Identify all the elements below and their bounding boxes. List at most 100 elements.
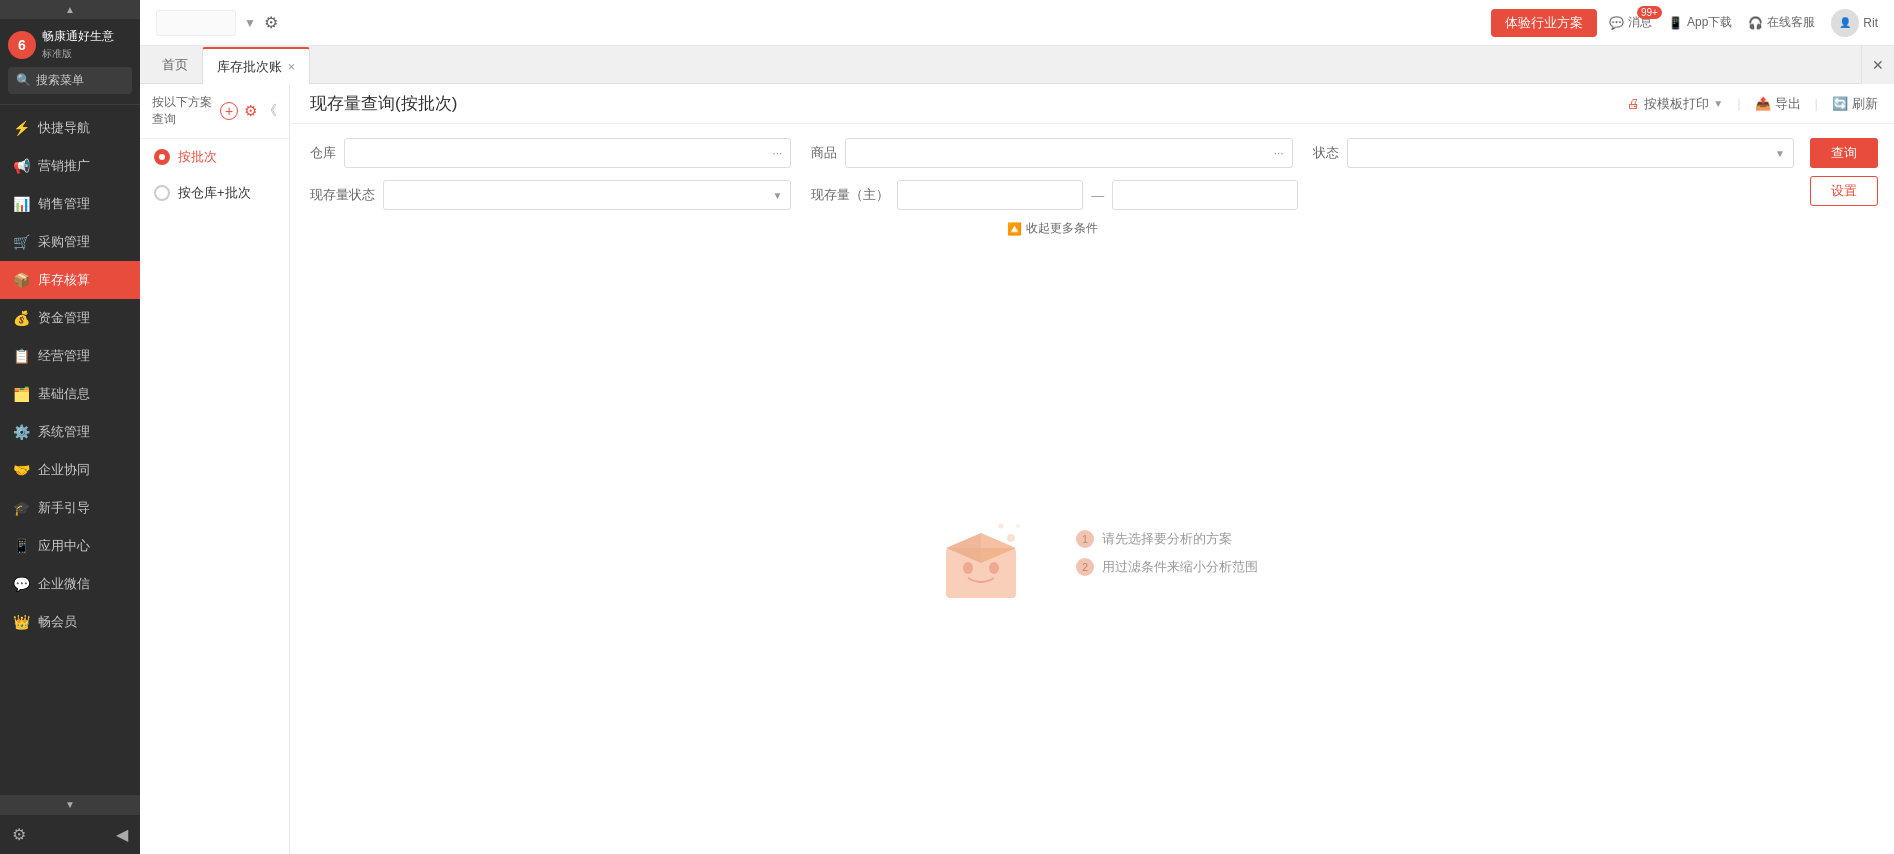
tab-close-icon[interactable]: × [288,60,295,74]
sidebar-item-label: 销售管理 [38,195,90,213]
export-label: 导出 [1775,95,1801,113]
empty-svg [926,498,1036,608]
sidebar-item-sales[interactable]: 📊 销售管理 [0,185,140,223]
empty-hint-2: 2 用过滤条件来缩小分析范围 [1076,558,1258,576]
stock-status-select[interactable]: ▼ [383,180,791,210]
stock-qty-min-text[interactable] [906,188,1074,203]
sidebar-item-label: 畅会员 [38,613,77,631]
status-arrow-icon[interactable]: ▼ [1775,148,1785,159]
stock-qty-max-input[interactable] [1112,180,1298,210]
footer-collapse-icon[interactable]: ◀ [116,825,128,844]
messages-badge: 99+ [1637,6,1662,19]
goods-input[interactable]: ··· [845,138,1292,168]
sidebar-item-label: 新手引导 [38,499,90,517]
print-action[interactable]: 🖨 按模板打印 ▼ [1627,95,1723,113]
goods-text-input[interactable] [854,146,1273,161]
sidebar-scroll-down[interactable]: ▼ [0,795,140,814]
wechat-icon: 💬 [12,575,30,593]
warehouse-text-input[interactable] [353,146,772,161]
app-download-item[interactable]: 📱 App下载 [1668,14,1732,31]
sidebar-footer: ⚙ ◀ [0,814,140,854]
scheme-settings-icon[interactable]: ⚙ [244,102,257,120]
warehouse-input[interactable]: ··· [344,138,791,168]
hint-num-2: 2 [1076,558,1094,576]
online-service-item[interactable]: 🎧 在线客服 [1748,14,1815,31]
refresh-action[interactable]: 🔄 刷新 [1832,95,1878,113]
scheme-radio-inactive [154,185,170,201]
divider2: | [1815,96,1818,111]
sidebar-item-inventory[interactable]: 📦 库存核算 [0,261,140,299]
scheme-collapse-icon[interactable]: 《 [263,102,277,120]
settings-button[interactable]: 设置 [1810,176,1878,206]
tab-panel-close[interactable]: ✕ [1861,46,1894,84]
topbar-right: 💬 消息 99+ 📱 App下载 🎧 在线客服 👤 Rit [1609,9,1878,37]
marketing-icon: 📢 [12,157,30,175]
stock-status-label: 现存量状态 [310,186,375,204]
stock-qty-min-input[interactable] [897,180,1083,210]
sidebar-item-purchase[interactable]: 🛒 采购管理 [0,223,140,261]
status-text-input[interactable] [1356,146,1775,161]
user-avatar-item[interactable]: 👤 Rit [1831,9,1878,37]
svg-point-8 [999,523,1004,528]
search-icon: 🔍 [16,73,31,87]
scheme-panel-title: 按以下方案查询 [152,94,220,128]
topbar-input[interactable] [156,10,236,36]
warehouse-more-btn[interactable]: ··· [772,146,782,160]
svg-point-6 [989,562,999,574]
print-dropdown-icon[interactable]: ▼ [1713,98,1723,109]
warehouse-label: 仓库 [310,144,336,162]
scheme-item-batch[interactable]: 按批次 [140,139,289,175]
export-action[interactable]: 📤 导出 [1755,95,1801,113]
stock-status-text-input[interactable] [392,188,772,203]
sidebar-item-basic[interactable]: 🗂️ 基础信息 [0,375,140,413]
messages-item[interactable]: 💬 消息 99+ [1609,14,1652,31]
sidebar-item-member[interactable]: 👑 畅会员 [0,603,140,641]
sidebar-item-wechat[interactable]: 💬 企业微信 [0,565,140,603]
tab-inventory-batch[interactable]: 库存批次账 × [202,47,310,85]
sidebar-menu: ⚡ 快捷导航 📢 营销推广 📊 销售管理 🛒 采购管理 📦 库存核算 💰 资金管… [0,105,140,795]
query-button[interactable]: 查询 [1810,138,1878,168]
status-select[interactable]: ▼ [1347,138,1794,168]
query-panel: 现存量查询(按批次) 🖨 按模板打印 ▼ | 📤 导出 | 🔄 [290,84,1894,854]
sidebar-item-label: 库存核算 [38,271,90,289]
collapse-more-btn[interactable]: 🔼 收起更多条件 [310,220,1794,237]
scheme-add-icon[interactable]: + [220,102,238,120]
svg-point-5 [963,562,973,574]
print-label: 按模板打印 [1644,95,1709,113]
print-icon: 🖨 [1627,96,1640,111]
hint-2-text: 用过滤条件来缩小分析范围 [1102,558,1258,576]
sidebar-item-newuser[interactable]: 🎓 新手引导 [0,489,140,527]
sidebar-item-system[interactable]: ⚙️ 系统管理 [0,413,140,451]
sidebar-item-finance[interactable]: 💰 资金管理 [0,299,140,337]
sidebar-item-label: 经营管理 [38,347,90,365]
topbar-dropdown-icon[interactable]: ▼ [244,16,256,30]
topbar-settings-icon[interactable]: ⚙ [264,13,278,32]
tab-home-label: 首页 [162,56,188,74]
footer-settings-icon[interactable]: ⚙ [12,825,26,844]
svg-point-7 [1007,534,1015,542]
sidebar-item-appcenter[interactable]: 📱 应用中心 [0,527,140,565]
page-title: 现存量查询(按批次) [310,92,457,115]
sidebar-scroll-up[interactable]: ▲ [0,0,140,19]
sidebar-item-operations[interactable]: 📋 经营管理 [0,337,140,375]
sidebar-item-quicknav[interactable]: ⚡ 快捷导航 [0,109,140,147]
stock-status-arrow-icon[interactable]: ▼ [772,190,782,201]
scheme-item-warehouse-batch[interactable]: 按仓库+批次 [140,175,289,211]
topbar: ▼ ⚙ 体验行业方案 💬 消息 99+ 📱 App下载 🎧 在线客服 👤 [140,0,1894,46]
sidebar-item-marketing[interactable]: 📢 营销推广 [0,147,140,185]
scheme-panel-header: 按以下方案查询 + ⚙ 《 [140,84,289,139]
filter-group-status: 状态 ▼ [1313,138,1794,168]
goods-more-btn[interactable]: ··· [1274,146,1284,160]
divider1: | [1737,96,1740,111]
sidebar-item-enterprise[interactable]: 🤝 企业协同 [0,451,140,489]
stock-qty-dash: — [1091,188,1104,203]
collapse-label: 收起更多条件 [1026,220,1098,237]
sidebar-search[interactable]: 🔍 搜索菜单 [8,67,132,94]
scheme-panel-actions: + ⚙ 《 [220,102,277,120]
stock-qty-max-text[interactable] [1121,188,1289,203]
app-download-label: App下载 [1687,14,1732,31]
enterprise-icon: 🤝 [12,461,30,479]
trial-button[interactable]: 体验行业方案 [1491,9,1597,37]
tab-home[interactable]: 首页 [148,46,202,84]
filter-and-buttons: 仓库 ··· 商品 ··· [290,124,1894,251]
